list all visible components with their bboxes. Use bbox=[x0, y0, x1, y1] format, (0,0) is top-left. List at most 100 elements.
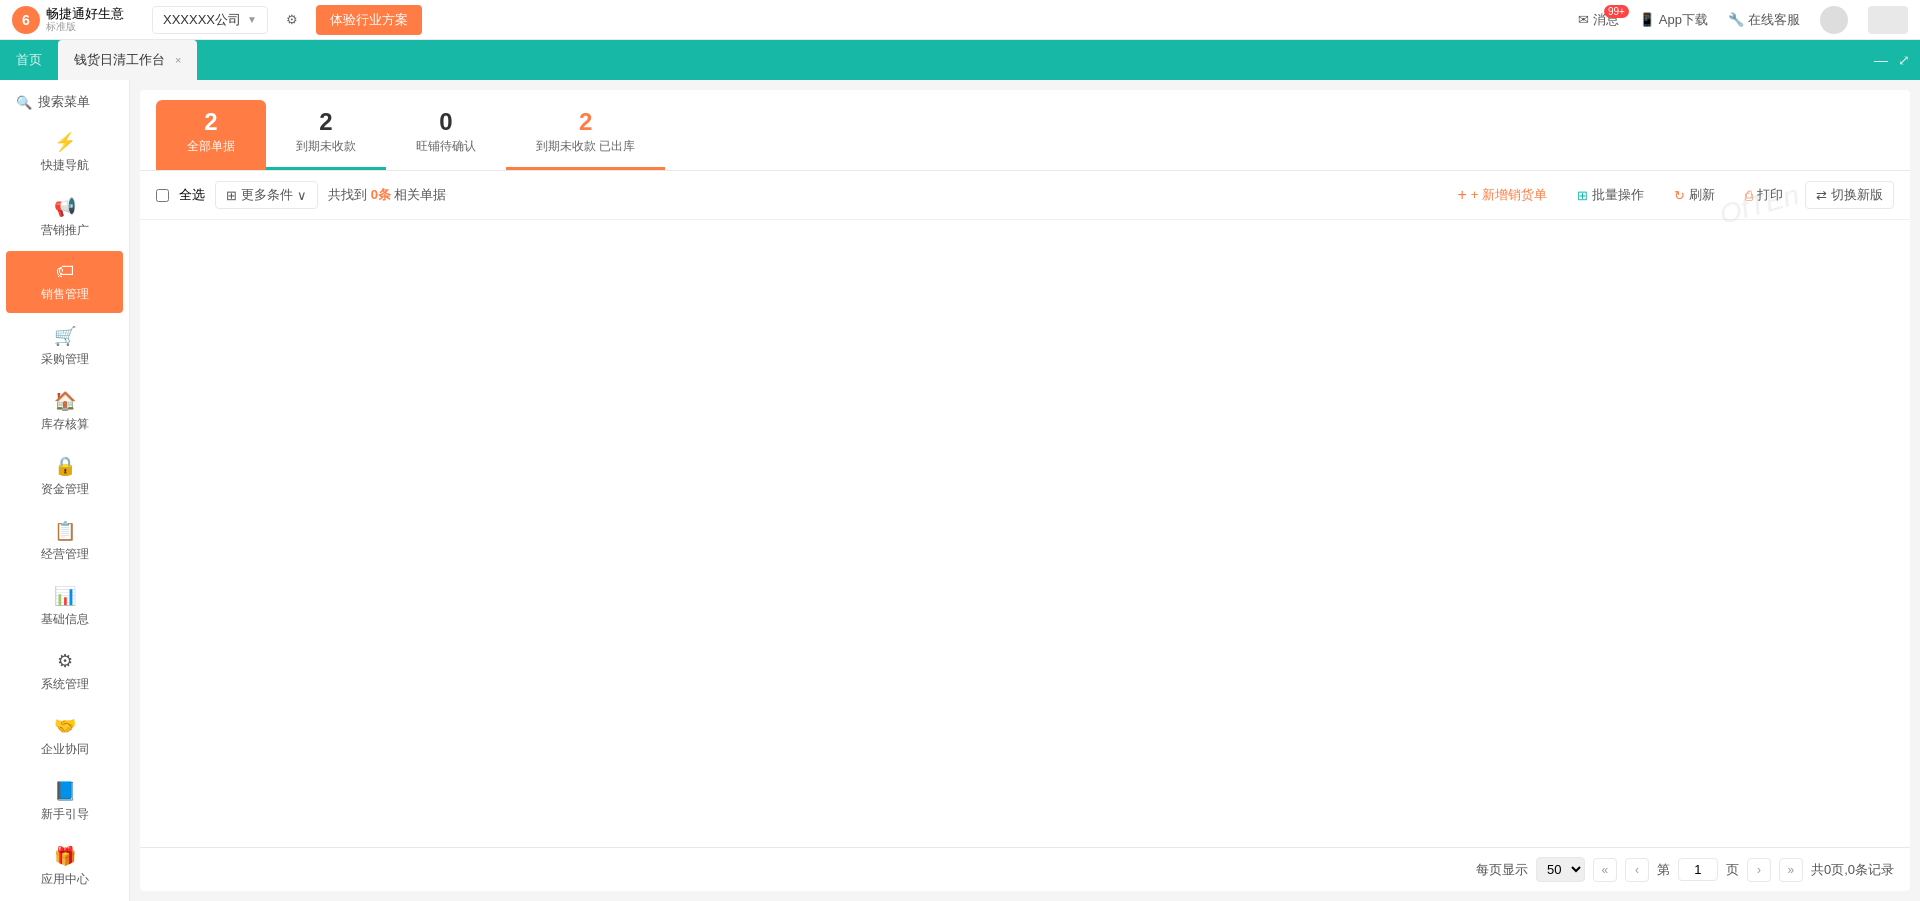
guide-icon: 📘 bbox=[54, 780, 76, 802]
sidebar-item-finance[interactable]: 🔒 资金管理 bbox=[6, 445, 123, 508]
purchase-icon: 🛒 bbox=[54, 325, 76, 347]
add-sale-btn[interactable]: + + 新增销货单 bbox=[1449, 182, 1555, 208]
finance-icon: 🔒 bbox=[54, 455, 76, 477]
found-text: 共找到 0条 相关单据 bbox=[328, 186, 446, 204]
quick-nav-icon: ⚡ bbox=[54, 131, 76, 153]
tab-workbench[interactable]: 钱货日清工作台 × bbox=[58, 40, 197, 80]
toolbar: 全选 ⊞ 更多条件 ∨ 共找到 0条 相关单据 + + 新增销货单 bbox=[140, 171, 1910, 220]
avatar[interactable] bbox=[1820, 6, 1848, 34]
online-service-label: 在线客服 bbox=[1748, 11, 1800, 29]
company-name: XXXXXX公司 bbox=[163, 11, 241, 29]
stat-tab-all[interactable]: 2 全部单据 bbox=[156, 100, 266, 170]
sidebar-item-purchase[interactable]: 🛒 采购管理 bbox=[6, 315, 123, 378]
prev-page-btn[interactable]: ‹ bbox=[1625, 858, 1649, 882]
found-prefix: 共找到 bbox=[328, 187, 367, 202]
page-label: 第 bbox=[1657, 861, 1670, 879]
search-icon: 🔍 bbox=[16, 95, 32, 110]
select-all-label: 全选 bbox=[179, 186, 205, 204]
print-btn[interactable]: ⎙ 打印 bbox=[1737, 182, 1791, 208]
switch-icon: ⇄ bbox=[1816, 188, 1827, 203]
table-area bbox=[140, 220, 1910, 847]
header-right: ✉ 消息 99+ 📱 App下载 🔧 在线客服 bbox=[1578, 6, 1908, 34]
refresh-btn[interactable]: ↻ 刷新 bbox=[1666, 182, 1723, 208]
stat-tab-overdue[interactable]: 2 到期未收款 bbox=[266, 100, 386, 170]
print-label: 打印 bbox=[1757, 186, 1783, 204]
main-layout: 🔍 搜索菜单 ⚡ 快捷导航 📢 营销推广 🏷 销售管理 🛒 采购管理 🏠 库存核… bbox=[0, 80, 1920, 901]
operations-icon: 📋 bbox=[54, 520, 76, 542]
logo-icon: 6 bbox=[12, 6, 40, 34]
filter-button[interactable]: ⊞ 更多条件 ∨ bbox=[215, 181, 318, 209]
last-page-btn[interactable]: » bbox=[1779, 858, 1803, 882]
tab-home-label: 首页 bbox=[16, 51, 42, 69]
sidebar-item-label: 资金管理 bbox=[41, 481, 89, 498]
tab-home[interactable]: 首页 bbox=[0, 40, 58, 80]
sidebar-item-quick-nav[interactable]: ⚡ 快捷导航 bbox=[6, 121, 123, 184]
service-icon: 🔧 bbox=[1728, 12, 1744, 27]
tab-workbench-label: 钱货日清工作台 bbox=[74, 51, 165, 69]
tab-minimize-btn[interactable]: — bbox=[1874, 52, 1888, 68]
tab-bar: 首页 钱货日清工作台 × — ⤢ bbox=[0, 40, 1920, 80]
toolbar-right: + + 新增销货单 ⊞ 批量操作 ↻ 刷新 ⎙ 打印 bbox=[1449, 181, 1894, 209]
cooperation-icon: 🤝 bbox=[54, 715, 76, 737]
add-label: + 新增销货单 bbox=[1471, 186, 1547, 204]
switch-new-btn[interactable]: ⇄ 切换新版 bbox=[1805, 181, 1894, 209]
sidebar-item-label: 基础信息 bbox=[41, 611, 89, 628]
select-all-checkbox[interactable] bbox=[156, 189, 169, 202]
sidebar-item-label: 销售管理 bbox=[41, 286, 89, 303]
online-service-item[interactable]: 🔧 在线客服 bbox=[1728, 11, 1800, 29]
sidebar-item-label: 快捷导航 bbox=[41, 157, 89, 174]
message-icon: ✉ bbox=[1578, 12, 1589, 27]
sidebar-item-operations[interactable]: 📋 经营管理 bbox=[6, 510, 123, 573]
sidebar-item-basic-info[interactable]: 📊 基础信息 bbox=[6, 575, 123, 638]
marketing-icon: 📢 bbox=[54, 196, 76, 218]
sidebar-item-cooperation[interactable]: 🤝 企业协同 bbox=[6, 705, 123, 768]
tab-close-icon[interactable]: × bbox=[175, 54, 181, 66]
sidebar-item-label: 经营管理 bbox=[41, 546, 89, 563]
basic-info-icon: 📊 bbox=[54, 585, 76, 607]
sidebar-item-sales[interactable]: 🏷 销售管理 bbox=[6, 251, 123, 313]
settings-icon[interactable]: ⚙ bbox=[278, 6, 306, 34]
sidebar-item-label: 库存核算 bbox=[41, 416, 89, 433]
sidebar-item-guide[interactable]: 📘 新手引导 bbox=[6, 770, 123, 833]
logo-title: 畅捷通好生意 bbox=[46, 6, 124, 22]
sidebar-item-system[interactable]: ⚙ 系统管理 bbox=[6, 640, 123, 703]
batch-icon: ⊞ bbox=[1577, 188, 1588, 203]
stat-number-overdue-shipped: 2 bbox=[579, 108, 592, 136]
message-badge: 99+ bbox=[1604, 5, 1629, 18]
next-page-btn[interactable]: › bbox=[1747, 858, 1771, 882]
stat-label-all: 全部单据 bbox=[187, 138, 235, 155]
refresh-label: 刷新 bbox=[1689, 186, 1715, 204]
per-page-label: 每页显示 bbox=[1476, 861, 1528, 879]
user-name-area bbox=[1868, 6, 1908, 34]
sidebar-item-label: 采购管理 bbox=[41, 351, 89, 368]
found-suffix: 相关单据 bbox=[394, 187, 446, 202]
trial-button[interactable]: 体验行业方案 bbox=[316, 5, 422, 35]
logo-sub: 标准版 bbox=[46, 21, 124, 33]
stat-label-overdue: 到期未收款 bbox=[296, 138, 356, 155]
page-suffix: 页 bbox=[1726, 861, 1739, 879]
inventory-icon: 🏠 bbox=[54, 390, 76, 412]
stat-tab-overdue-shipped[interactable]: 2 到期未收款 已出库 bbox=[506, 100, 665, 170]
first-page-btn[interactable]: « bbox=[1593, 858, 1617, 882]
filter-icon: ⊞ bbox=[226, 188, 237, 203]
download-icon: 📱 bbox=[1639, 12, 1655, 27]
refresh-icon: ↻ bbox=[1674, 188, 1685, 203]
stat-number-pending: 0 bbox=[439, 108, 452, 136]
filter-arrow-icon: ∨ bbox=[297, 188, 307, 203]
sidebar-item-search[interactable]: 🔍 搜索菜单 bbox=[6, 85, 123, 119]
sidebar-search-label: 搜索菜单 bbox=[38, 93, 90, 111]
sidebar-item-inventory[interactable]: 🏠 库存核算 bbox=[6, 380, 123, 443]
stat-tab-pending[interactable]: 0 旺铺待确认 bbox=[386, 100, 506, 170]
app-download-item[interactable]: 📱 App下载 bbox=[1639, 11, 1708, 29]
message-item[interactable]: ✉ 消息 99+ bbox=[1578, 11, 1619, 29]
content-inner: 2 全部单据 2 到期未收款 0 旺铺待确认 2 到期未收款 已出库 bbox=[140, 90, 1910, 891]
per-page-select[interactable]: 50 bbox=[1536, 857, 1585, 882]
sidebar-item-marketing[interactable]: 📢 营销推广 bbox=[6, 186, 123, 249]
company-selector[interactable]: XXXXXX公司 ▼ bbox=[152, 6, 268, 34]
top-header: 6 畅捷通好生意 标准版 XXXXXX公司 ▼ ⚙ 体验行业方案 ✉ 消息 99… bbox=[0, 0, 1920, 40]
page-input[interactable] bbox=[1678, 858, 1718, 881]
tab-bar-actions: — ⤢ bbox=[1874, 52, 1920, 68]
sidebar-item-app-center[interactable]: 🎁 应用中心 bbox=[6, 835, 123, 898]
batch-btn[interactable]: ⊞ 批量操作 bbox=[1569, 182, 1652, 208]
tab-maximize-btn[interactable]: ⤢ bbox=[1898, 52, 1910, 68]
